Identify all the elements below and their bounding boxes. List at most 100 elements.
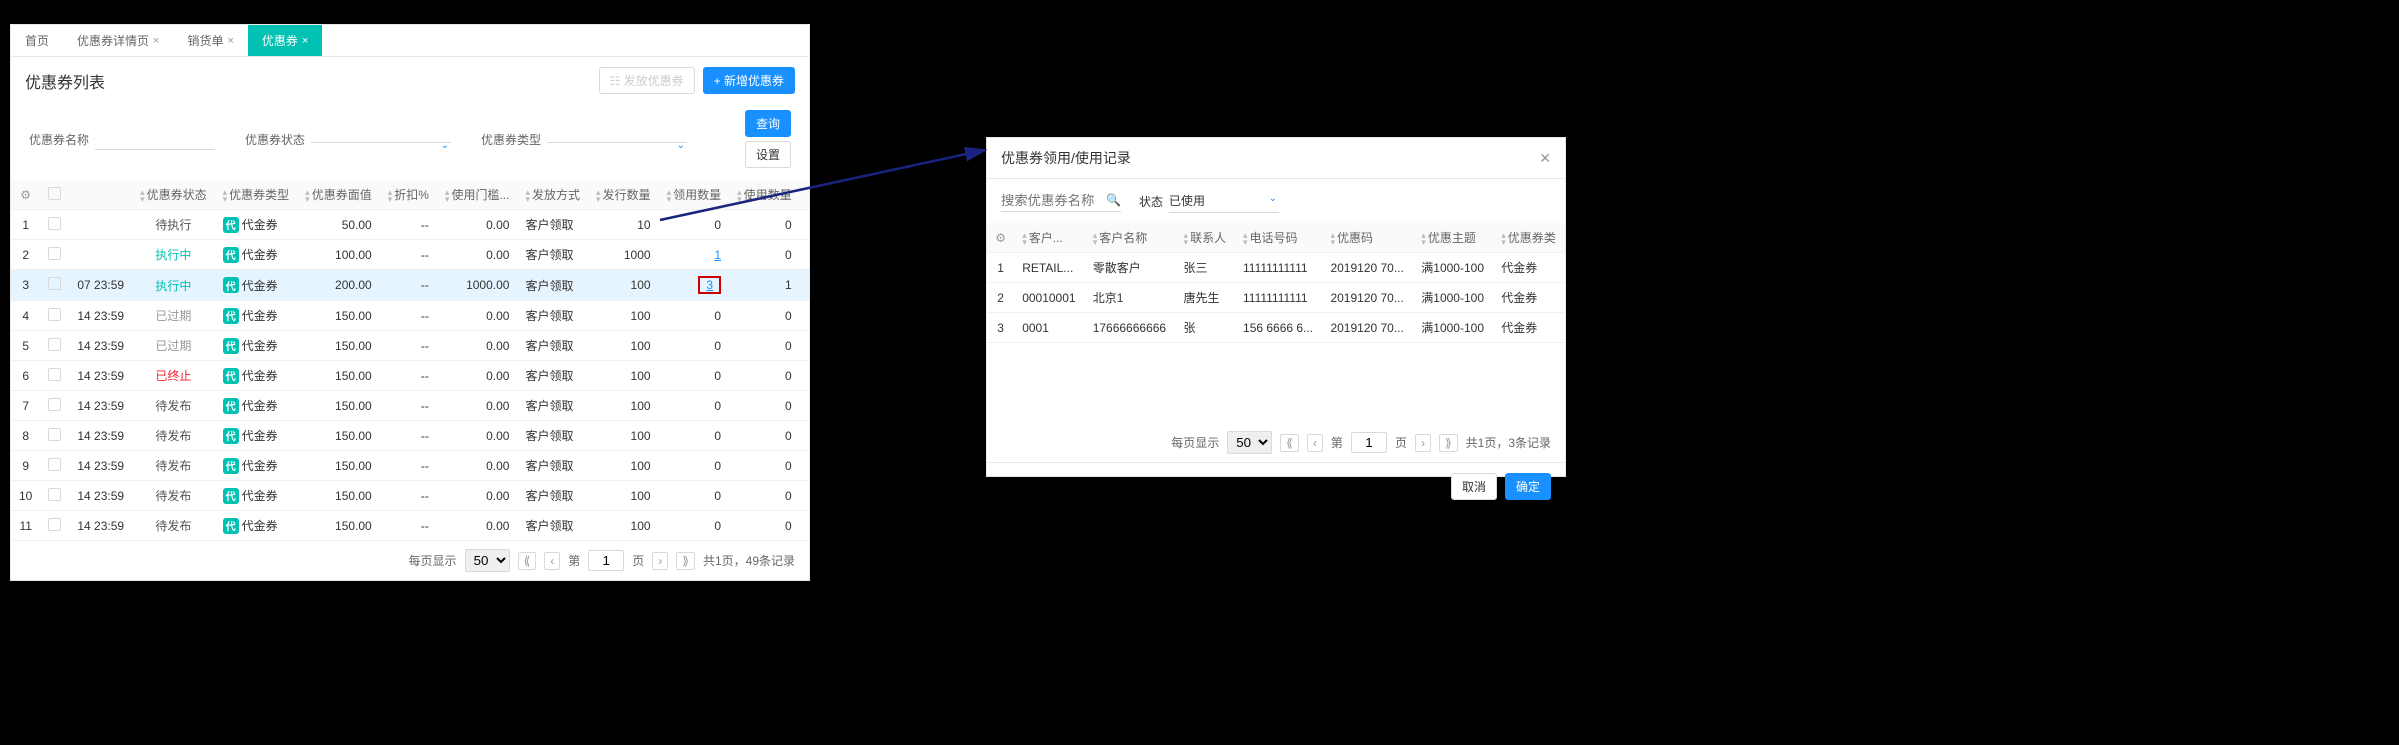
row-checkbox[interactable]	[48, 458, 61, 471]
share-icon: ↗	[808, 309, 809, 323]
share-icon[interactable]: ↗	[808, 218, 809, 232]
mcol-contact[interactable]: 联系人	[1190, 231, 1226, 245]
filter-name-label: 优惠券名称	[29, 131, 89, 148]
share-icon: ↗	[808, 519, 809, 533]
filter-name-input[interactable]	[95, 128, 215, 150]
modal-total: 共1页，3条记录	[1466, 434, 1551, 451]
mcol-couponcode[interactable]: 优惠码	[1337, 231, 1373, 245]
status-badge: 待发布	[155, 399, 191, 413]
col-use[interactable]: 使用数量	[744, 188, 792, 202]
per-page-select[interactable]: 50	[465, 549, 510, 572]
coupon-type-tag: 代代金券	[223, 337, 278, 354]
table-row[interactable]: 1114 23:59待发布代代金券150.00--0.00客户领取10000↗▦	[11, 511, 809, 541]
close-icon[interactable]: ×	[302, 35, 308, 47]
gear-icon[interactable]: ⚙	[995, 231, 1006, 245]
tab-首页[interactable]: 首页	[11, 25, 63, 56]
row-checkbox[interactable]	[48, 488, 61, 501]
settings-button[interactable]: 设置	[745, 141, 791, 168]
prev-page-button[interactable]: ‹	[544, 552, 560, 570]
row-checkbox[interactable]	[48, 247, 61, 260]
share-icon[interactable]: ↗	[808, 248, 809, 262]
table-row[interactable]: 1RETAIL...零散客户张三111111111112019120 70...…	[987, 253, 1565, 283]
col-face[interactable]: 优惠券面值	[312, 188, 372, 202]
modal-first-page[interactable]: ⟪	[1280, 434, 1299, 452]
coupon-type-tag: 代代金券	[223, 367, 278, 384]
gift-icon: ☷	[610, 74, 624, 88]
modal-search-input[interactable]	[1001, 190, 1101, 211]
modal-prev-page[interactable]: ‹	[1307, 434, 1323, 452]
claim-count-link[interactable]: 3	[706, 278, 713, 292]
col-issue[interactable]: 发行数量	[603, 188, 651, 202]
gear-icon[interactable]: ⚙	[20, 188, 31, 202]
table-row[interactable]: 307 23:59执行中代代金券200.00--1000.00客户领取10031…	[11, 270, 809, 301]
row-checkbox[interactable]	[48, 428, 61, 441]
filter-type-label: 优惠券类型	[481, 131, 541, 148]
row-checkbox[interactable]	[48, 518, 61, 531]
first-page-button[interactable]: ⟪	[518, 552, 537, 570]
tab-销货单[interactable]: 销货单×	[173, 25, 247, 56]
row-checkbox[interactable]	[48, 277, 61, 290]
coupon-type-tag: 代代金券	[223, 517, 278, 534]
share-icon[interactable]: ↗	[808, 278, 809, 292]
mcol-type[interactable]: 优惠券类	[1508, 231, 1556, 245]
add-coupon-button[interactable]: + 新增优惠券	[703, 67, 795, 94]
voucher-icon: 代	[223, 338, 239, 354]
row-checkbox[interactable]	[48, 368, 61, 381]
tab-优惠券[interactable]: 优惠券×	[248, 25, 322, 56]
table-row[interactable]: 414 23:59已过期代代金券150.00--0.00客户领取10000↗▦	[11, 301, 809, 331]
ok-button[interactable]: 确定	[1505, 473, 1551, 500]
modal-per-select[interactable]: 50	[1227, 431, 1272, 454]
table-row[interactable]: 914 23:59待发布代代金券150.00--0.00客户领取10000↗▦	[11, 451, 809, 481]
search-button[interactable]: 查询	[745, 110, 791, 137]
cancel-button[interactable]: 取消	[1451, 473, 1497, 500]
col-threshold[interactable]: 使用门槛...	[451, 188, 509, 202]
usage-table: ⚙ ▴▾客户... ▴▾客户名称 ▴▾联系人 ▴▾电话号码 ▴▾优惠码 ▴▾优惠…	[987, 223, 1565, 343]
distribute-coupon-button[interactable]: ☷ 发放优惠券	[599, 67, 695, 94]
mcol-topic[interactable]: 优惠主题	[1428, 231, 1476, 245]
row-checkbox[interactable]	[48, 338, 61, 351]
claim-count-link[interactable]: 1	[714, 248, 721, 262]
table-row[interactable]: 1待执行代代金券50.00--0.00客户领取1000↗▦	[11, 210, 809, 240]
mcol-phone[interactable]: 电话号码	[1250, 231, 1298, 245]
next-page-button[interactable]: ›	[652, 552, 668, 570]
col-claim[interactable]: 领用数量	[673, 188, 721, 202]
table-row[interactable]: 200010001北京1唐先生111111111112019120 70...满…	[987, 283, 1565, 313]
row-checkbox[interactable]	[48, 398, 61, 411]
page-input[interactable]	[588, 550, 624, 571]
row-checkbox[interactable]	[48, 217, 61, 230]
table-row[interactable]: 1014 23:59待发布代代金券150.00--0.00客户领取10000↗▦	[11, 481, 809, 511]
close-icon[interactable]: ×	[153, 35, 159, 47]
col-discount[interactable]: 折扣%	[394, 188, 429, 202]
filter-status-label: 优惠券状态	[245, 131, 305, 148]
filter-type-select[interactable]: ⌄	[547, 136, 687, 143]
modal-last-page[interactable]: ⟫	[1439, 434, 1458, 452]
mcol-code[interactable]: 客户...	[1029, 231, 1063, 245]
col-type[interactable]: 优惠券类型	[229, 188, 289, 202]
modal-page-input[interactable]	[1351, 432, 1387, 453]
row-checkbox[interactable]	[48, 308, 61, 321]
col-method[interactable]: 发放方式	[532, 188, 580, 202]
select-all-checkbox[interactable]	[48, 187, 61, 200]
share-icon: ↗	[808, 459, 809, 473]
page-pre-label: 第	[568, 552, 580, 569]
mcol-name[interactable]: 客户名称	[1099, 231, 1147, 245]
status-badge: 执行中	[155, 279, 191, 293]
close-icon[interactable]: ✕	[1539, 150, 1551, 167]
table-row[interactable]: 3000117666666666张156 6666 6...2019120 70…	[987, 313, 1565, 343]
col-status[interactable]: 优惠券状态	[147, 188, 207, 202]
tab-优惠券详情页[interactable]: 优惠券详情页×	[63, 25, 173, 56]
table-row[interactable]: 514 23:59已过期代代金券150.00--0.00客户领取10000↗▦	[11, 331, 809, 361]
last-page-button[interactable]: ⟫	[676, 552, 695, 570]
search-icon[interactable]: 🔍	[1106, 193, 1121, 207]
close-icon[interactable]: ×	[227, 35, 233, 47]
coupon-type-tag: 代代金券	[223, 246, 278, 263]
table-row[interactable]: 614 23:59已终止代代金券150.00--0.00客户领取10000↗▦	[11, 361, 809, 391]
modal-next-page[interactable]: ›	[1415, 434, 1431, 452]
table-row[interactable]: 814 23:59待发布代代金券150.00--0.00客户领取10000↗▦	[11, 421, 809, 451]
table-row[interactable]: 714 23:59待发布代代金券150.00--0.00客户领取10000↗▦	[11, 391, 809, 421]
modal-state-select[interactable]: 已使用 ⌄	[1169, 189, 1279, 213]
status-badge: 已过期	[155, 339, 191, 353]
filter-status-select[interactable]: ⌄	[311, 136, 451, 143]
table-row[interactable]: 2执行中代代金券100.00--0.00客户领取100010↗▦	[11, 240, 809, 270]
coupon-type-tag: 代代金券	[223, 277, 278, 294]
